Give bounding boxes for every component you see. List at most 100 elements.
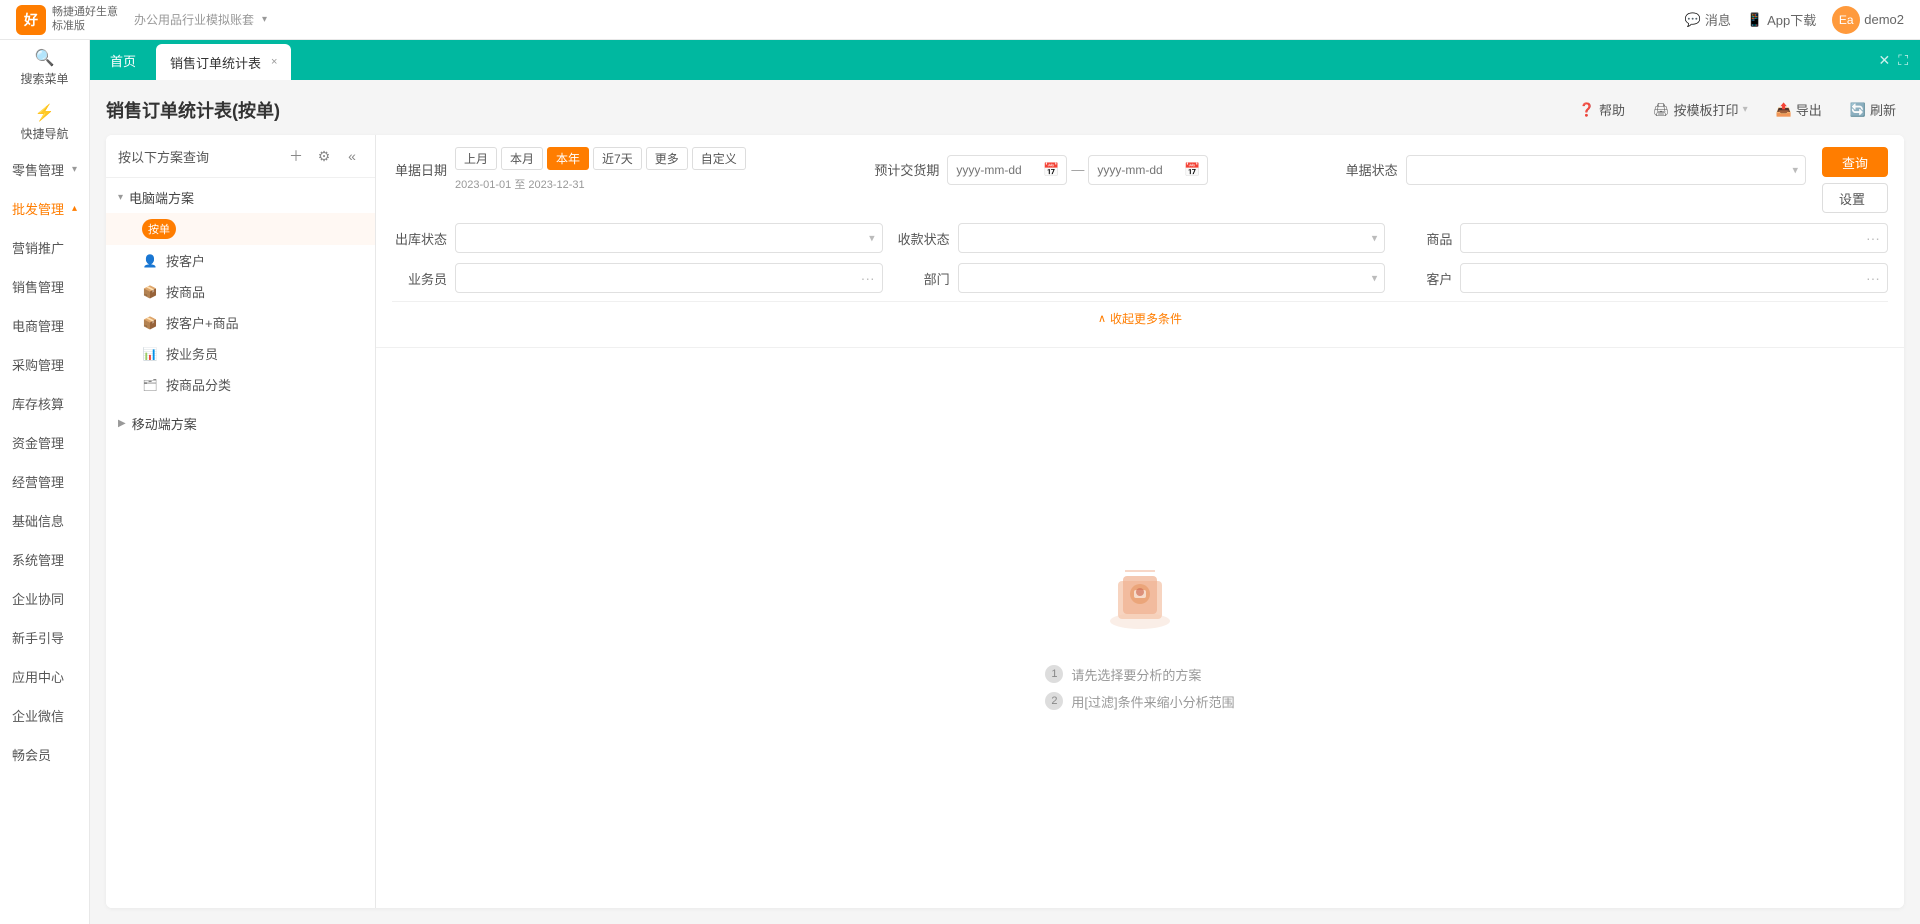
tab-active[interactable]: 销售订单统计表 × <box>156 44 291 80</box>
field-product: 商品 ··· <box>1397 223 1888 253</box>
staff-input[interactable] <box>455 263 883 293</box>
staff-more-icon[interactable]: ··· <box>861 270 875 286</box>
date-btn-last7[interactable]: 近7天 <box>593 147 642 170</box>
app-title-label: 办公用品行业模拟账套 <box>134 11 254 28</box>
page-title: 销售订单统计表(按单) <box>106 97 280 123</box>
page-actions: ❓ 帮助 🖨 按模板打印 ▾ 📤 导出 🔄 刷新 <box>1571 96 1904 123</box>
left-panel: 按以下方案查询 ＋ ⚙ « ▾ 电脑端方案 按单 <box>106 135 376 908</box>
sidebar-item-retail[interactable]: 零售管理 ▾ <box>0 150 89 189</box>
scheme-circle-icon: 按单 <box>142 219 176 239</box>
top-bar-left: 好 畅捷通好生意 标准版 办公用品行业模拟账套 ▾ <box>16 5 267 35</box>
delivery-status-control: ▾ <box>455 223 883 253</box>
print-icon: 🖨 <box>1653 102 1670 118</box>
content-split: 按以下方案查询 ＋ ⚙ « ▾ 电脑端方案 按单 <box>106 135 1904 908</box>
date-btn-this-month[interactable]: 本月 <box>501 147 543 170</box>
add-scheme-icon[interactable]: ＋ <box>285 145 307 167</box>
sidebar-item-sales[interactable]: 销售管理 <box>0 267 89 306</box>
payment-status-label: 收款状态 <box>895 229 950 248</box>
customer-label: 客户 <box>1397 269 1452 288</box>
product-more-icon[interactable]: ··· <box>1866 230 1880 246</box>
doc-status-control: ▾ <box>1406 155 1806 185</box>
customer-input[interactable] <box>1460 263 1888 293</box>
refresh-button[interactable]: 🔄 刷新 <box>1842 96 1904 123</box>
app-title-dropdown[interactable]: ▾ <box>262 14 267 25</box>
field-payment-status: 收款状态 ▾ <box>895 223 1386 253</box>
page-header: 销售订单统计表(按单) ❓ 帮助 🖨 按模板打印 ▾ 📤 导出 <box>106 96 1904 123</box>
payment-status-input[interactable] <box>958 223 1386 253</box>
scheme-mobile-group: ▶ 移动端方案 <box>106 404 375 443</box>
empty-tips: 1 请先选择要分析的方案 2 用[过滤]条件来缩小分析范围 <box>1045 665 1234 711</box>
tip-num-2: 2 <box>1045 692 1063 710</box>
date-label: 单据日期 <box>392 160 447 179</box>
scheme-item-by-product[interactable]: 📦 按商品 <box>106 276 375 307</box>
scheme-item-by-staff[interactable]: 📊 按业务员 <box>106 338 375 369</box>
scheme-pc-group: ▾ 电脑端方案 按单 👤 按客户 📦 按商品 <box>106 178 375 404</box>
help-icon: ❓ <box>1579 102 1595 118</box>
sidebar-item-inventory[interactable]: 库存核算 <box>0 384 89 423</box>
date-btn-prev-month[interactable]: 上月 <box>455 147 497 170</box>
tab-close-window-icon[interactable]: ✕ <box>1878 52 1890 69</box>
sidebar-item-corp[interactable]: 企业协同 <box>0 579 89 618</box>
customer-control: ··· <box>1460 263 1888 293</box>
sidebar-item-marketing[interactable]: 营销推广 <box>0 228 89 267</box>
sidebar-item-operation[interactable]: 经营管理 <box>0 462 89 501</box>
scheme-item-by-cust-prod[interactable]: 📦 按客户+商品 <box>106 307 375 338</box>
sidebar-item-basic[interactable]: 基础信息 <box>0 501 89 540</box>
tab-close-icon[interactable]: × <box>271 56 277 68</box>
sidebar-item-wholesale[interactable]: 批发管理 ▴ <box>0 189 89 228</box>
sidebar-item-appstore[interactable]: 应用中心 <box>0 657 89 696</box>
product-icon: 📦 <box>142 284 158 300</box>
sidebar-quicknav-item[interactable]: ⚡ 快捷导航 <box>0 95 89 150</box>
logo-area: 好 畅捷通好生意 标准版 <box>16 5 118 35</box>
sidebar-item-purchase[interactable]: 采购管理 <box>0 345 89 384</box>
help-button[interactable]: ❓ 帮助 <box>1571 96 1633 123</box>
tab-home[interactable]: 首页 <box>90 40 156 80</box>
date-btn-this-year[interactable]: 本年 <box>547 147 589 170</box>
sidebar-item-finance[interactable]: 资金管理 <box>0 423 89 462</box>
filter-row-3: 业务员 ··· 部门 ▾ <box>392 263 1888 293</box>
filter-row-1: 单据日期 上月 本月 本年 近7天 更多 自定义 <box>392 147 1888 213</box>
user-area[interactable]: Ea demo2 <box>1832 6 1904 34</box>
scheme-pc-group-header[interactable]: ▾ 电脑端方案 <box>106 182 375 213</box>
empty-state: 1 请先选择要分析的方案 2 用[过滤]条件来缩小分析范围 <box>376 348 1904 908</box>
sidebar-item-newbie[interactable]: 新手引导 <box>0 618 89 657</box>
print-button[interactable]: 🖨 按模板打印 ▾ <box>1645 96 1756 123</box>
scheme-item-by-order[interactable]: 按单 <box>106 213 375 245</box>
reset-button[interactable]: 设置 <box>1822 183 1888 213</box>
scheme-item-by-category[interactable]: 🗂 按商品分类 <box>106 369 375 400</box>
left-panel-header: 按以下方案查询 ＋ ⚙ « <box>106 135 375 178</box>
tab-maximize-icon[interactable]: ⛶ <box>1898 52 1908 69</box>
chevron-up-icon: ▴ <box>72 203 77 214</box>
collapse-panel-icon[interactable]: « <box>341 145 363 167</box>
edit-scheme-icon[interactable]: ⚙ <box>313 145 335 167</box>
left-panel-icons: ＋ ⚙ « <box>285 145 363 167</box>
scheme-mobile-group-header[interactable]: ▶ 移动端方案 <box>106 408 375 439</box>
date-separator: — <box>1071 162 1084 177</box>
calendar-to-icon: 📅 <box>1184 162 1200 178</box>
message-action[interactable]: 💬 消息 <box>1685 10 1731 29</box>
product-input[interactable] <box>1460 223 1888 253</box>
export-button[interactable]: 📤 导出 <box>1768 96 1830 123</box>
doc-status-input[interactable] <box>1406 155 1806 185</box>
scheme-item-by-customer[interactable]: 👤 按客户 <box>106 245 375 276</box>
dept-input[interactable] <box>958 263 1386 293</box>
message-icon: 💬 <box>1685 12 1701 28</box>
customer-more-icon[interactable]: ··· <box>1866 270 1880 286</box>
search-icon: 🔍 <box>35 48 55 68</box>
query-button[interactable]: 查询 <box>1822 147 1888 177</box>
staff-label: 业务员 <box>392 269 447 288</box>
app-download-action[interactable]: 📱 App下载 <box>1747 10 1816 29</box>
sidebar-item-corpwx[interactable]: 企业微信 <box>0 696 89 735</box>
field-date: 单据日期 上月 本月 本年 近7天 更多 自定义 <box>392 147 855 192</box>
sidebar-item-system[interactable]: 系统管理 <box>0 540 89 579</box>
delivery-status-input[interactable] <box>455 223 883 253</box>
date-btn-more[interactable]: 更多 <box>646 147 688 170</box>
sidebar-search-item[interactable]: 🔍 搜索菜单 <box>0 40 89 95</box>
empty-tip-2: 2 用[过滤]条件来缩小分析范围 <box>1045 692 1234 711</box>
sidebar-item-vip[interactable]: 畅会员 <box>0 735 89 774</box>
field-delivery-date: 预计交货期 📅 — <box>867 155 1330 185</box>
collapse-bar[interactable]: ∧ 收起更多条件 <box>392 301 1888 335</box>
date-btn-custom[interactable]: 自定义 <box>692 147 746 170</box>
sidebar-item-ecommerce[interactable]: 电商管理 <box>0 306 89 345</box>
dept-control: ▾ <box>958 263 1386 293</box>
